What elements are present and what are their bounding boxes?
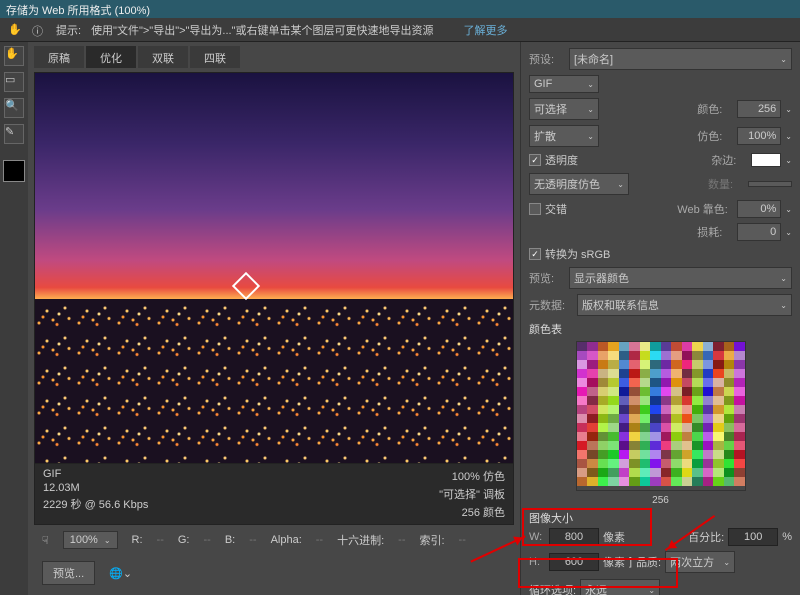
meta-palette: "可选择" 调板	[439, 486, 505, 502]
hex-val: --	[398, 534, 405, 546]
hex-label: 十六进制:	[337, 532, 384, 548]
meta-dither: 100% 仿色	[439, 468, 505, 484]
index-label: 索引:	[419, 532, 444, 548]
hand-tool[interactable]: ✋	[4, 46, 24, 66]
bottom-bar-2: 预览... 🌐⌄	[34, 555, 514, 591]
percent-field[interactable]: 100	[728, 528, 778, 546]
srgb-label: 转换为 sRGB	[545, 246, 610, 262]
slice-select-tool[interactable]: ▭	[4, 72, 24, 92]
window-title: 存储为 Web 所用格式 (100%)	[0, 0, 800, 18]
browser-icon[interactable]: 🌐⌄	[109, 567, 132, 580]
color-table-palette[interactable]	[576, 341, 746, 491]
trans-dither-select[interactable]: 无透明度仿色	[529, 173, 629, 195]
r-val: --	[157, 534, 164, 546]
matte-swatch[interactable]	[751, 153, 781, 167]
preset-label: 预设:	[529, 51, 565, 67]
lossy-label: 损耗:	[697, 224, 733, 240]
index-val: --	[459, 534, 466, 546]
lossy-value[interactable]: 0	[737, 223, 781, 241]
amount-label: 数量:	[708, 176, 744, 192]
preview-tabs: 原稿 优化 双联 四联	[34, 46, 514, 68]
alpha-val: --	[316, 534, 323, 546]
preview-meta: GIF 12.03M 2229 秒 @ 56.6 Kbps 100% 仿色 "可…	[34, 464, 514, 525]
alpha-label: Alpha:	[271, 534, 302, 546]
tab-two-up[interactable]: 双联	[138, 46, 188, 68]
interlace-checkbox[interactable]	[529, 203, 541, 215]
hand-icon[interactable]: ☟	[42, 534, 49, 547]
center-panel: 原稿 优化 双联 四联 GIF 12.03M 2229 秒 @ 56.6 Kbp…	[28, 42, 520, 595]
info-bar: ✋ ⓘ 提示: 使用"文件">"导出">"导出为..."或右键单击某个图层可更快…	[0, 18, 800, 42]
b-label: B:	[225, 534, 235, 546]
color-table-header: 颜色表	[529, 321, 792, 337]
meta-timing: 2229 秒 @ 56.6 Kbps	[43, 496, 148, 512]
metadata-select[interactable]: 版权和联系信息	[577, 294, 792, 316]
format-select[interactable]: GIF	[529, 75, 599, 93]
g-val: --	[204, 534, 211, 546]
preview-device-select[interactable]: 显示器颜色	[569, 267, 792, 289]
eyedropper-tool[interactable]: ✎	[4, 124, 24, 144]
annotation-box-loop	[522, 508, 652, 546]
colors-label: 颜色:	[697, 101, 733, 117]
eyedropper-color[interactable]	[3, 160, 25, 182]
reduction-select[interactable]: 可选择	[529, 98, 599, 120]
interlace-label: 交错	[545, 201, 567, 217]
tab-original[interactable]: 原稿	[34, 46, 84, 68]
b-val: --	[249, 534, 256, 546]
web-snap-label: Web 靠色:	[677, 201, 733, 217]
transparency-label: 透明度	[545, 152, 578, 168]
meta-colors: 256 颜色	[439, 504, 505, 520]
colors-value[interactable]: 256	[737, 100, 781, 118]
metadata-label: 元数据:	[529, 297, 573, 313]
meta-size: 12.03M	[43, 482, 148, 494]
g-label: G:	[178, 534, 190, 546]
info-icon: ⓘ	[32, 23, 46, 37]
palette-count: 256	[529, 495, 792, 506]
preview-device-label: 预览:	[529, 270, 565, 286]
matte-label: 杂边:	[711, 152, 747, 168]
dither-select[interactable]: 扩散	[529, 125, 599, 147]
zoom-tool[interactable]: 🔍	[4, 98, 24, 118]
preview-button[interactable]: 预览...	[42, 561, 95, 585]
learn-more-link[interactable]: 了解更多	[464, 22, 508, 38]
amount-value	[748, 181, 792, 187]
transparency-checkbox[interactable]	[529, 154, 541, 166]
annotation-box-save	[518, 558, 678, 588]
tab-optimized[interactable]: 优化	[86, 46, 136, 68]
tip-text: 使用"文件">"导出">"导出为..."或右键单击某个图层可更快速地导出资源	[91, 22, 433, 38]
tip-prefix: 提示:	[56, 22, 81, 38]
bottom-bar: ☟ 100% R: -- G: -- B: -- Alpha: -- 十六进制: -- 索…	[34, 525, 514, 555]
dither-pct-value[interactable]: 100%	[737, 127, 781, 145]
hand-icon: ✋	[8, 23, 22, 37]
meta-format: GIF	[43, 468, 148, 480]
r-label: R:	[132, 534, 143, 546]
tool-column: ✋ ▭ 🔍 ✎	[0, 42, 28, 595]
web-snap-value[interactable]: 0%	[737, 200, 781, 218]
srgb-checkbox[interactable]	[529, 248, 541, 260]
dither-pct-label: 仿色:	[697, 128, 733, 144]
zoom-select[interactable]: 100%	[63, 531, 118, 549]
image-preview[interactable]	[34, 72, 514, 464]
tab-four-up[interactable]: 四联	[190, 46, 240, 68]
preset-select[interactable]: [未命名]	[569, 48, 792, 70]
